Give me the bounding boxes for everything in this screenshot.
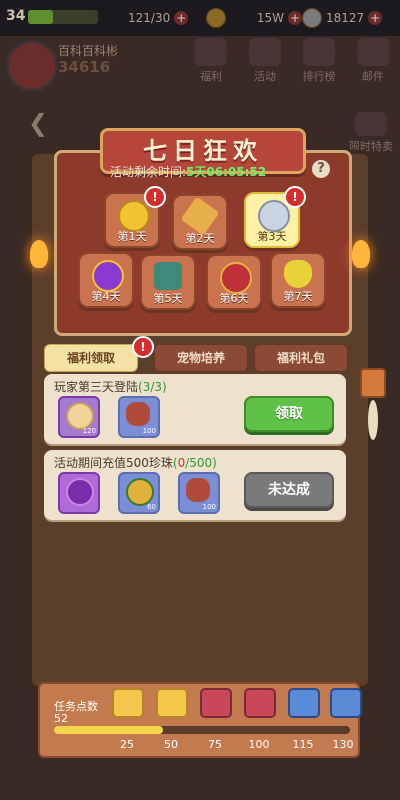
day-3-alert-badge: !: [284, 186, 306, 208]
player-level: 34: [6, 8, 26, 24]
task-points-panel: 任务点数 52 25 50 75 100 115 130: [38, 682, 362, 758]
day-7-button[interactable]: 第7天: [270, 252, 326, 308]
day-5-button[interactable]: 第5天: [140, 254, 196, 310]
tab-bar: 福利领取 ! 宠物培养 福利礼包: [44, 336, 350, 372]
chest-130-icon[interactable]: [330, 688, 362, 718]
tab-welfare-claim[interactable]: 福利领取: [44, 344, 138, 372]
day-6-button[interactable]: 第6天: [206, 254, 262, 310]
menu-mail[interactable]: 邮件: [350, 38, 396, 84]
tab-welfare-pack[interactable]: 福利礼包: [254, 344, 348, 372]
gold-amount: 15W: [256, 11, 284, 25]
pearl-icon: [302, 8, 322, 28]
trophy-icon: [303, 38, 335, 66]
reward-item[interactable]: 100: [178, 472, 220, 514]
sale-icon: [355, 112, 387, 136]
points-progress-bar: [54, 726, 350, 734]
task-title: 活动期间充值500珍珠: [54, 456, 173, 470]
day-4-button[interactable]: 第4天: [78, 252, 134, 308]
fruit-icon: [126, 478, 154, 506]
xp-text: 121/30: [128, 11, 171, 25]
page-title: 七日狂欢: [143, 137, 263, 165]
torch-left-icon: [30, 240, 48, 268]
add-energy-button[interactable]: +: [174, 11, 189, 25]
chest-75-icon[interactable]: [200, 688, 232, 718]
energy-counter: 121/30 +: [128, 8, 189, 28]
meat-icon: [126, 402, 150, 426]
milestone-label: 50: [164, 738, 178, 751]
pearl-counter: 18127 +: [302, 8, 383, 28]
task-title: 玩家第三天登陆: [54, 380, 139, 394]
points-progress-fill: [54, 726, 163, 734]
torch-right-icon: [352, 240, 370, 268]
avatar[interactable]: [6, 40, 58, 92]
milestone-label: 75: [208, 738, 222, 751]
rune-stone-icon: [154, 262, 182, 290]
day-selector: 第1天 ! 第2天 第3天 ! 第4天 第5天 第6天 第7天: [78, 186, 326, 318]
top-resource-bar: 34 121/30 + 15W + 18127 +: [0, 0, 400, 36]
day-1-alert-badge: !: [144, 186, 166, 208]
chest-115-icon[interactable]: [288, 688, 320, 718]
not-reached-button[interactable]: 未达成: [244, 472, 334, 508]
fruit-icon: [284, 260, 312, 288]
xp-bar: [28, 10, 98, 24]
player-name: 百科百科彬: [58, 44, 119, 58]
menu-ranking[interactable]: 排行榜: [296, 38, 342, 84]
reward-item[interactable]: 120: [58, 396, 100, 438]
chest-100-icon[interactable]: [244, 688, 276, 718]
mail-icon: [357, 38, 389, 66]
reward-item[interactable]: [58, 472, 100, 514]
reward-item[interactable]: 100: [118, 396, 160, 438]
event-timer: 活动剩余时间:5天06:05:52: [110, 165, 267, 179]
egg-icon: [66, 478, 94, 506]
milestone-label: 25: [120, 738, 134, 751]
milestone-label: 130: [332, 738, 354, 751]
back-button[interactable]: ❮: [28, 111, 56, 136]
menu-limited-sale[interactable]: 限时特卖: [348, 112, 394, 154]
power-value: 34616: [58, 58, 111, 76]
menu-activity[interactable]: 活动: [242, 38, 288, 84]
chest-50-icon[interactable]: [156, 688, 188, 718]
gift-icon: [195, 38, 227, 66]
gold-counter: 15W +: [206, 8, 302, 28]
help-button[interactable]: ?: [312, 160, 330, 178]
add-gold-button[interactable]: +: [288, 11, 302, 25]
hanging-charm-icon: [360, 368, 386, 398]
day-3-button[interactable]: 第3天 !: [244, 186, 306, 248]
chest-25-icon[interactable]: [112, 688, 144, 718]
menu-welfare[interactable]: 福利: [188, 38, 234, 84]
feather-icon: [368, 400, 378, 440]
meat-icon: [186, 478, 210, 502]
day-2-button[interactable]: 第2天: [172, 194, 228, 250]
tab-pet-training[interactable]: 宠物培养: [154, 344, 248, 372]
tab-welfare-alert-badge: !: [132, 336, 154, 358]
reward-item[interactable]: 60: [118, 472, 160, 514]
pearl-amount: 18127: [326, 11, 365, 25]
task-card-recharge: 活动期间充值500珍珠(0/500) 60 100 未达成: [44, 450, 346, 520]
points-value: 52: [54, 712, 68, 725]
pearl-orb-icon: [66, 402, 94, 430]
timer-value: 5天06:05:52: [186, 165, 267, 179]
task-progress: (3/3): [138, 380, 167, 394]
gold-coin-icon: [206, 8, 226, 28]
milestone-label: 115: [292, 738, 314, 751]
task-card-login: 玩家第三天登陆(3/3) 120 100 领取: [44, 374, 346, 444]
day-1-button[interactable]: 第1天 !: [104, 186, 166, 248]
top-menu: 福利 活动 排行榜 邮件: [188, 38, 396, 84]
add-pearl-button[interactable]: +: [368, 11, 383, 25]
claim-button[interactable]: 领取: [244, 396, 334, 432]
milestone-label: 100: [248, 738, 270, 751]
star-icon: [249, 38, 281, 66]
